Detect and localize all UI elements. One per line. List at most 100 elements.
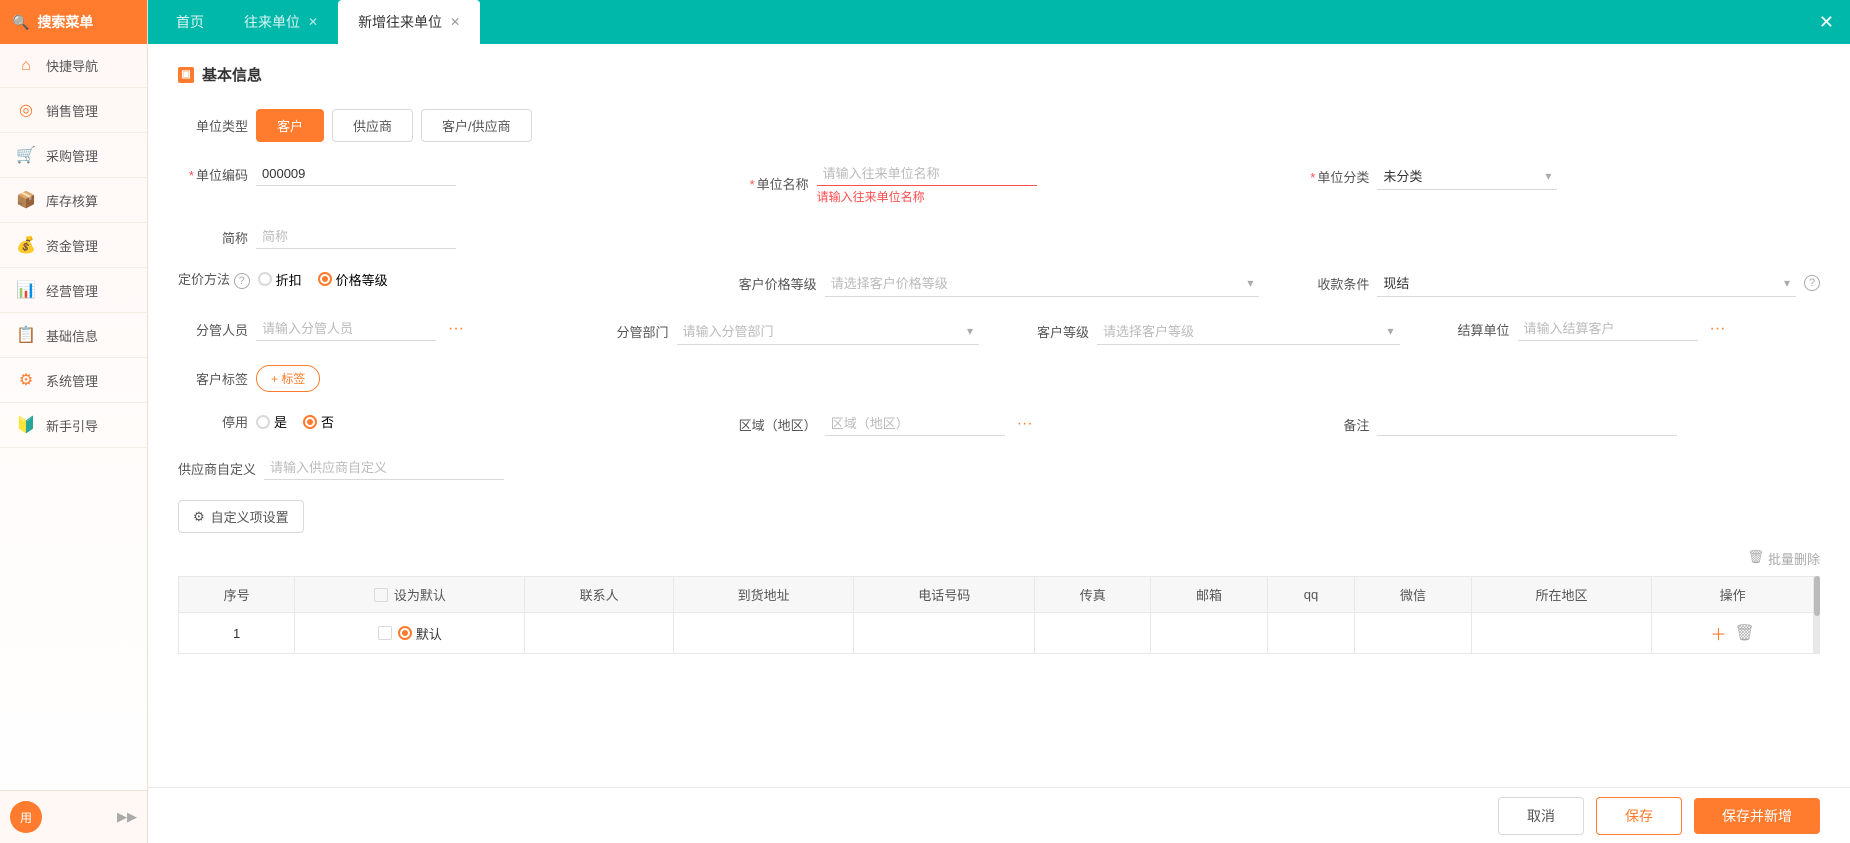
col-qq: qq xyxy=(1267,577,1355,613)
short-name-field: 简称 xyxy=(178,225,1820,249)
settlement-unit-input[interactable] xyxy=(1518,317,1698,341)
sidebar-item-basic-info[interactable]: 📋 基础信息 xyxy=(0,313,147,358)
disabled-field: 停用 是 否 xyxy=(178,412,699,431)
payment-terms-select[interactable]: 现结 ▾ xyxy=(1377,269,1796,297)
sidebar-item-finance[interactable]: 💰 资金管理 xyxy=(0,223,147,268)
close-new-partner-tab[interactable]: ✕ xyxy=(450,15,460,29)
default-label: 默认 xyxy=(416,624,442,643)
sidebar: 🔍 搜索菜单 ⌂ 快捷导航 ◎ 销售管理 🛒 采购管理 📦 库存核算 💰 资金管… xyxy=(0,0,148,843)
unit-category-select[interactable]: 未分类 ▾ xyxy=(1377,162,1557,190)
pricing-method-label: 定价方法 ? xyxy=(178,269,250,289)
sidebar-item-inventory[interactable]: 📦 库存核算 xyxy=(0,178,147,223)
chevron-icon: ▾ xyxy=(1545,169,1551,183)
col-phone: 电话号码 xyxy=(854,577,1035,613)
sidebar-footer: 用 ▶▶ xyxy=(0,790,147,843)
pricing-level-radio[interactable]: 价格等级 xyxy=(318,270,388,289)
batch-delete-area: 🗑 批量删除 xyxy=(178,549,1820,568)
req-mark: * xyxy=(189,168,194,183)
tab-new-partner[interactable]: 新增往来单位 ✕ xyxy=(338,0,480,44)
remark-input[interactable] xyxy=(1377,412,1677,436)
default-radio-circle xyxy=(398,626,412,640)
sidebar-item-quick-nav[interactable]: ⌂ 快捷导航 xyxy=(0,44,147,88)
unit-type-label: 单位类型 xyxy=(178,116,248,135)
manager-field: 分管人员 ··· xyxy=(178,317,559,341)
manager-more[interactable]: ··· xyxy=(444,320,468,338)
pricing-method-radios: 折扣 价格等级 xyxy=(258,270,388,289)
unit-type-both[interactable]: 客户/供应商 xyxy=(421,109,532,142)
disabled-no-radio[interactable]: 否 xyxy=(303,412,334,431)
region-more[interactable]: ··· xyxy=(1013,415,1037,433)
row-actions: ＋ 🗑 xyxy=(1662,621,1803,645)
cancel-button[interactable]: 取消 xyxy=(1498,797,1584,835)
unit-type-customer[interactable]: 客户 xyxy=(256,109,324,142)
tab-partner-list[interactable]: 往来单位 ✕ xyxy=(224,0,338,44)
sidebar-search[interactable]: 🔍 搜索菜单 xyxy=(0,0,147,44)
sales-icon: ◎ xyxy=(16,100,36,120)
sidebar-item-label: 资金管理 xyxy=(46,236,98,255)
short-name-label: 简称 xyxy=(178,228,248,247)
sidebar-item-label: 经营管理 xyxy=(46,281,98,300)
sidebar-search-label: 搜索菜单 xyxy=(37,12,93,32)
table-scrollbar[interactable] xyxy=(1814,576,1820,654)
col-fax: 传真 xyxy=(1035,577,1151,613)
payment-help-icon[interactable]: ? xyxy=(1804,275,1820,291)
department-select[interactable]: 请输入分管部门 ▾ xyxy=(677,317,980,345)
disabled-yes-radio[interactable]: 是 xyxy=(256,412,287,431)
close-partner-list-tab[interactable]: ✕ xyxy=(308,15,318,29)
sidebar-item-purchase[interactable]: 🛒 采购管理 xyxy=(0,133,147,178)
add-tag-button[interactable]: + 标签 xyxy=(256,365,320,392)
save-button[interactable]: 保存 xyxy=(1596,797,1682,835)
unit-code-input[interactable] xyxy=(256,162,456,186)
default-radio[interactable]: 默认 xyxy=(398,624,442,643)
manager-input[interactable] xyxy=(256,317,436,341)
pricing-help-icon[interactable]: ? xyxy=(234,273,250,289)
batch-delete-label[interactable]: 批量删除 xyxy=(1768,549,1820,568)
unit-code-row: *单位编码 *单位名称 请输入往来单位名称 *单位分类 未分类 xyxy=(178,162,1820,205)
delete-row-icon[interactable]: 🗑 xyxy=(1735,623,1755,643)
operations-icon: 📊 xyxy=(16,280,36,300)
tags-label: 客户标签 xyxy=(178,369,248,388)
save-add-button[interactable]: 保存并新增 xyxy=(1694,798,1820,834)
system-icon: ⚙ xyxy=(16,370,36,390)
sidebar-item-label: 销售管理 xyxy=(46,101,98,120)
contacts-table: 序号 设为默认 联系人 到货地址 电话号码 传真 邮箱 qq xyxy=(178,576,1814,654)
col-action: 操作 xyxy=(1652,577,1814,613)
settlement-unit-field: 结算单位 ··· xyxy=(1440,317,1821,341)
tab-bar-close[interactable]: ✕ xyxy=(1811,12,1842,33)
sidebar-item-operations[interactable]: 📊 经营管理 xyxy=(0,268,147,313)
tab-home-label: 首页 xyxy=(176,12,204,32)
custom-settings-button[interactable]: ⚙ 自定义项设置 xyxy=(178,500,304,533)
sidebar-item-system[interactable]: ⚙ 系统管理 xyxy=(0,358,147,403)
settlement-more[interactable]: ··· xyxy=(1706,320,1730,338)
department-field: 分管部门 请输入分管部门 ▾ xyxy=(599,317,980,345)
unit-type-buttons: 客户 供应商 客户/供应商 xyxy=(256,109,532,142)
add-row-icon[interactable]: ＋ xyxy=(1710,621,1726,645)
customer-level-placeholder: 请选择客户等级 xyxy=(1103,321,1194,340)
unit-type-supplier[interactable]: 供应商 xyxy=(332,109,413,142)
sidebar-item-guide[interactable]: 🔰 新手引导 xyxy=(0,403,147,448)
chevron-icon4: ▾ xyxy=(967,324,973,338)
tab-home[interactable]: 首页 xyxy=(156,0,224,44)
gear-icon: ⚙ xyxy=(193,509,205,525)
customer-price-level-placeholder: 请选择客户价格等级 xyxy=(831,273,948,292)
tab-partner-list-label: 往来单位 xyxy=(244,12,300,32)
pricing-discount-radio[interactable]: 折扣 xyxy=(258,270,302,289)
sidebar-item-label: 库存核算 xyxy=(46,191,98,210)
row-checkbox[interactable] xyxy=(378,626,392,640)
expand-icon[interactable]: ▶▶ xyxy=(117,809,137,825)
header-checkbox[interactable] xyxy=(374,588,388,602)
payment-terms-value: 现结 xyxy=(1383,273,1409,292)
short-name-input[interactable] xyxy=(256,225,456,249)
region-input[interactable] xyxy=(825,412,1005,436)
chevron-icon5: ▾ xyxy=(1387,324,1393,338)
cell-address xyxy=(673,613,854,654)
col-wechat: 微信 xyxy=(1355,577,1471,613)
basic-info-icon: 📋 xyxy=(16,325,36,345)
sidebar-item-label: 系统管理 xyxy=(46,371,98,390)
unit-name-input[interactable] xyxy=(817,162,1037,186)
customer-price-level-select[interactable]: 请选择客户价格等级 ▾ xyxy=(825,269,1260,297)
customer-level-select[interactable]: 请选择客户等级 ▾ xyxy=(1097,317,1400,345)
sidebar-item-sales[interactable]: ◎ 销售管理 xyxy=(0,88,147,133)
supplier-custom-input[interactable] xyxy=(264,456,504,480)
purchase-icon: 🛒 xyxy=(16,145,36,165)
